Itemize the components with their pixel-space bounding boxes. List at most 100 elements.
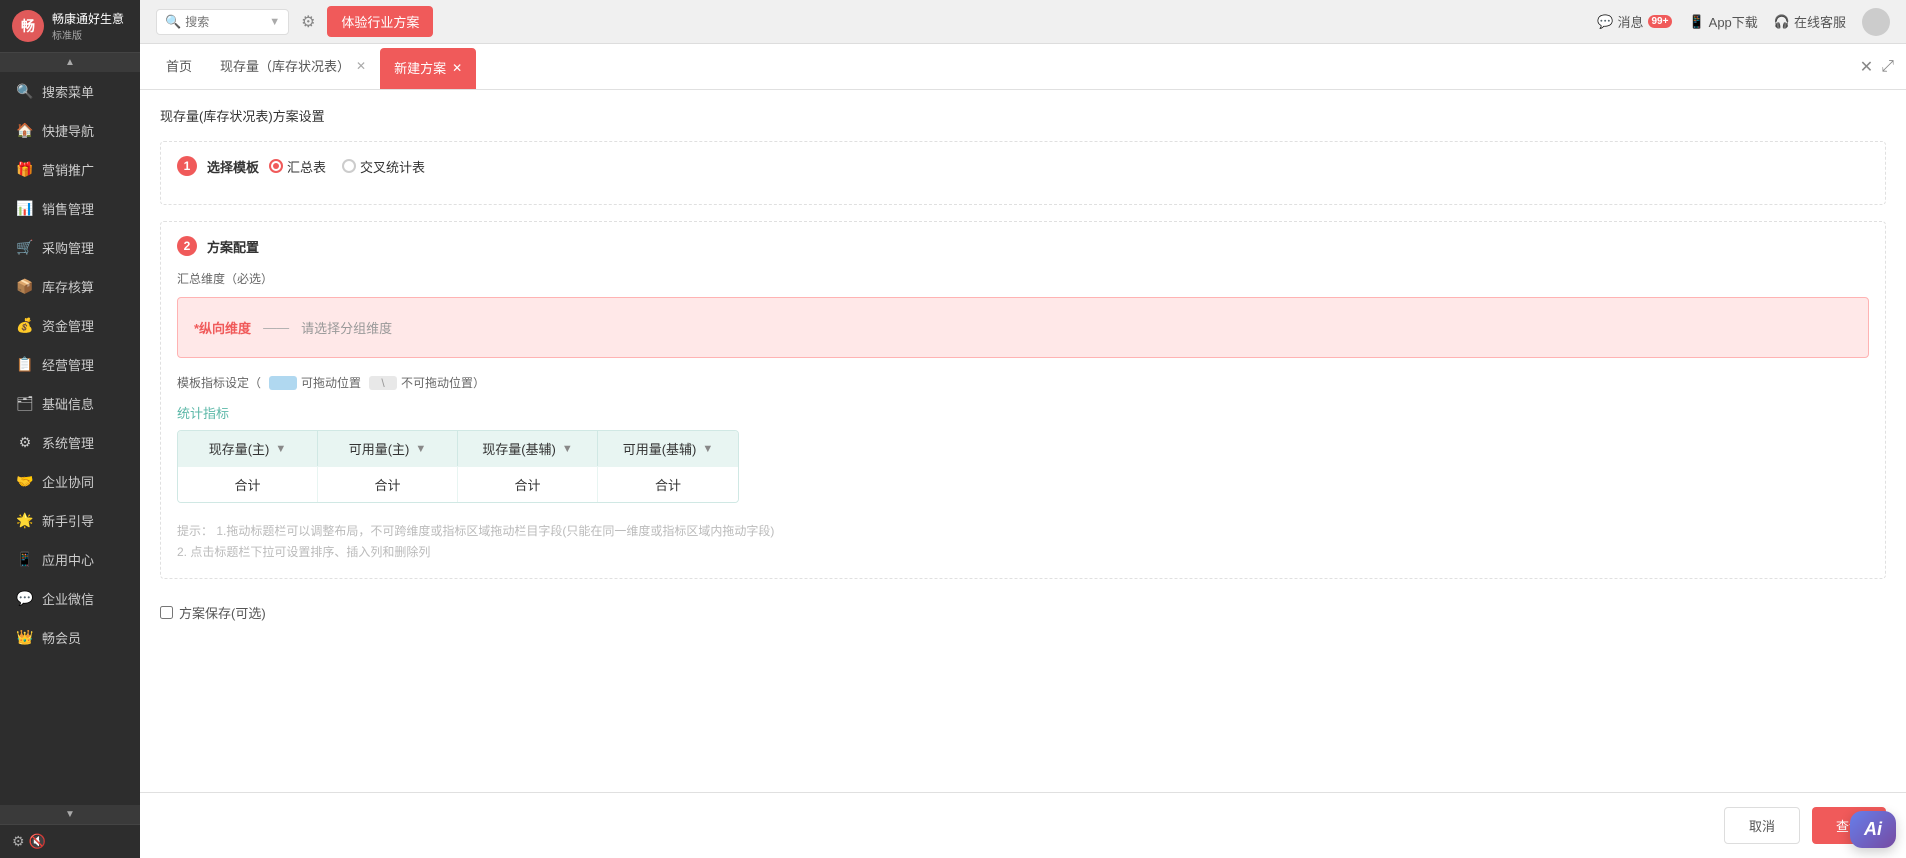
step1-section: 1 选择模板 汇总表 交叉统计表 [160,141,1886,205]
member-icon: 👑 [16,629,34,647]
sidebar-item-sales[interactable]: 📊 销售管理 [0,189,140,228]
save-checkbox-area: 方案保存(可选) [160,595,1886,630]
sidebar-item-finance[interactable]: 💰 资金管理 [0,306,140,345]
dimension-placeholder: 请选择分组维度 [301,318,392,337]
app-download-button[interactable]: 📱 App下载 [1688,12,1757,31]
sidebar-item-system[interactable]: ⚙ 系统管理 [0,423,140,462]
tab-inventory-close[interactable]: ✕ [356,59,366,73]
cancel-button[interactable]: 取消 [1724,807,1800,844]
sidebar-item-new-guide[interactable]: 🌟 新手引导 [0,501,140,540]
sidebar-bottom: ⚙ 🔇 [0,824,140,858]
tip-line-1: 提示： 1.拖动标题栏可以调整布局，不可跨维度或指标区域拖动栏目字段(只能在同一… [177,522,1869,539]
sidebar-item-inventory[interactable]: 📦 库存核算 [0,267,140,306]
sidebar-item-corp-wechat[interactable]: 💬 企业微信 [0,579,140,618]
footer: 取消 查询 [140,792,1906,858]
radio-cross[interactable]: 交叉统计表 [342,157,425,176]
stats-col-1[interactable]: 可用量(主) ▼ [318,431,458,466]
ai-bubble[interactable]: Ai [1850,811,1896,848]
stats-col-1-label: 可用量(主) [349,439,410,458]
expand-tab-button[interactable]: ⤢ [1881,58,1894,76]
search-icon: 🔍 [165,14,181,30]
save-checkbox-label[interactable]: 方案保存(可选) [160,603,1886,622]
tab-new-plan-label: 新建方案 [394,58,446,77]
chevron-down-icon-2: ▼ [562,443,573,455]
stats-col-0[interactable]: 现存量(主) ▼ [178,431,318,466]
dimension-box[interactable]: *纵向维度 —— 请选择分组维度 [177,297,1869,358]
avatar[interactable] [1862,8,1890,36]
messages-button[interactable]: 💬 消息 99+ [1597,12,1672,31]
sidebar-scroll-down[interactable]: ▼ [0,805,140,824]
sidebar-item-basic-info[interactable]: 🗂 基础信息 [0,384,140,423]
sidebar-item-app-center[interactable]: 📱 应用中心 [0,540,140,579]
topbar: 🔍 ▼ ⚙ 体验行业方案 💬 消息 99+ 📱 App下载 🎧 在线客服 [140,0,1906,44]
sidebar-scroll-up[interactable]: ▲ [0,53,140,72]
tabs-bar: 首页 现存量（库存状况表） ✕ 新建方案 ✕ ✕ ⤢ [140,44,1906,90]
quick-nav-icon: 🏠 [16,122,34,140]
new-guide-icon: 🌟 [16,512,34,530]
app-logo-icon: 畅 [12,10,44,42]
tab-home-label: 首页 [166,56,192,75]
stats-table-body: 合计 合计 合计 合计 [178,466,738,502]
sidebar-item-label: 畅会员 [42,628,81,647]
gear-icon[interactable]: ⚙ [301,12,315,32]
chevron-down-icon-3: ▼ [702,443,713,455]
sidebar-item-label: 应用中心 [42,550,94,569]
ops-icon: 📋 [16,356,34,374]
online-support-label: 在线客服 [1794,12,1846,31]
tab-home[interactable]: 首页 [152,46,206,87]
stats-col-2-label: 现存量(基辅) [482,439,556,458]
app-version: 标准版 [52,27,124,42]
sidebar-item-marketing[interactable]: 🎁 营销推广 [0,150,140,189]
dimension-label: 汇总维度（必选） [177,270,1869,287]
tab-inventory-label: 现存量（库存状况表） [220,56,350,75]
radio-summary[interactable]: 汇总表 [269,157,326,176]
close-tab-button[interactable]: ✕ [1860,57,1873,77]
stats-table: 现存量(主) ▼ 可用量(主) ▼ 现存量(基辅) ▼ 可用量(基辅) ▼ [177,430,739,503]
app-download-icon: 📱 [1688,14,1704,30]
topbar-search-box[interactable]: 🔍 ▼ [156,9,289,35]
stats-cell-3: 合计 [598,466,738,502]
dropdown-icon[interactable]: ▼ [269,16,280,28]
stats-col-2[interactable]: 现存量(基辅) ▼ [458,431,598,466]
sidebar-item-corp-agreement[interactable]: 🤝 企业协同 [0,462,140,501]
sidebar-item-purchase[interactable]: 🛒 采购管理 [0,228,140,267]
dimension-dash: —— [263,320,289,335]
sidebar-logo: 畅 畅康通好生意 标准版 [0,0,140,53]
settings-button[interactable]: ⚙ [12,833,25,850]
page-title: 现存量(库存状况表)方案设置 [160,106,1886,125]
save-checkbox-input[interactable] [160,606,173,619]
finance-icon: 💰 [16,317,34,335]
sidebar-item-member[interactable]: 👑 畅会员 [0,618,140,657]
tab-inventory[interactable]: 现存量（库存状况表） ✕ [206,46,380,87]
dimension-field-label: *纵向维度 [194,318,251,337]
purchase-icon: 🛒 [16,239,34,257]
not-draggable-indicator: 不可拖动位置） [369,374,485,391]
tip-line-2: 2. 点击标题栏下拉可设置排序、插入列和删除列 [177,543,1869,560]
sidebar-item-label: 资金管理 [42,316,94,335]
app-center-icon: 📱 [16,551,34,569]
headset-icon: 🎧 [1774,14,1790,30]
sidebar-item-ops[interactable]: 📋 经营管理 [0,345,140,384]
stats-title: 统计指标 [177,403,1869,422]
save-checkbox-text: 方案保存(可选) [179,603,266,622]
content-area: 现存量(库存状况表)方案设置 1 选择模板 汇总表 交叉统计表 [140,90,1906,792]
not-draggable-box [369,376,397,390]
tab-new-plan[interactable]: 新建方案 ✕ [380,48,476,89]
trial-button[interactable]: 体验行业方案 [327,6,433,37]
marketing-icon: 🎁 [16,161,34,179]
stats-col-3[interactable]: 可用量(基辅) ▼ [598,431,738,466]
sidebar-item-label: 库存核算 [42,277,94,296]
draggable-indicator: 可拖动位置 [269,374,361,391]
stats-cell-0: 合计 [178,466,318,502]
dimension-section-label: 汇总维度（必选） [177,272,273,286]
sidebar-item-label: 搜索菜单 [42,82,94,101]
search-input[interactable] [185,15,265,29]
sidebar-item-search-menu[interactable]: 🔍 搜索菜单 [0,72,140,111]
mute-button[interactable]: 🔇 [29,833,46,850]
online-support-button[interactable]: 🎧 在线客服 [1774,12,1846,31]
template-indicator-label: 模板指标设定（ [177,374,261,391]
sidebar-item-label: 采购管理 [42,238,94,257]
sidebar-item-quick-nav[interactable]: 🏠 快捷导航 [0,111,140,150]
tab-new-plan-close[interactable]: ✕ [452,61,462,75]
step1-badge: 1 [177,156,197,176]
